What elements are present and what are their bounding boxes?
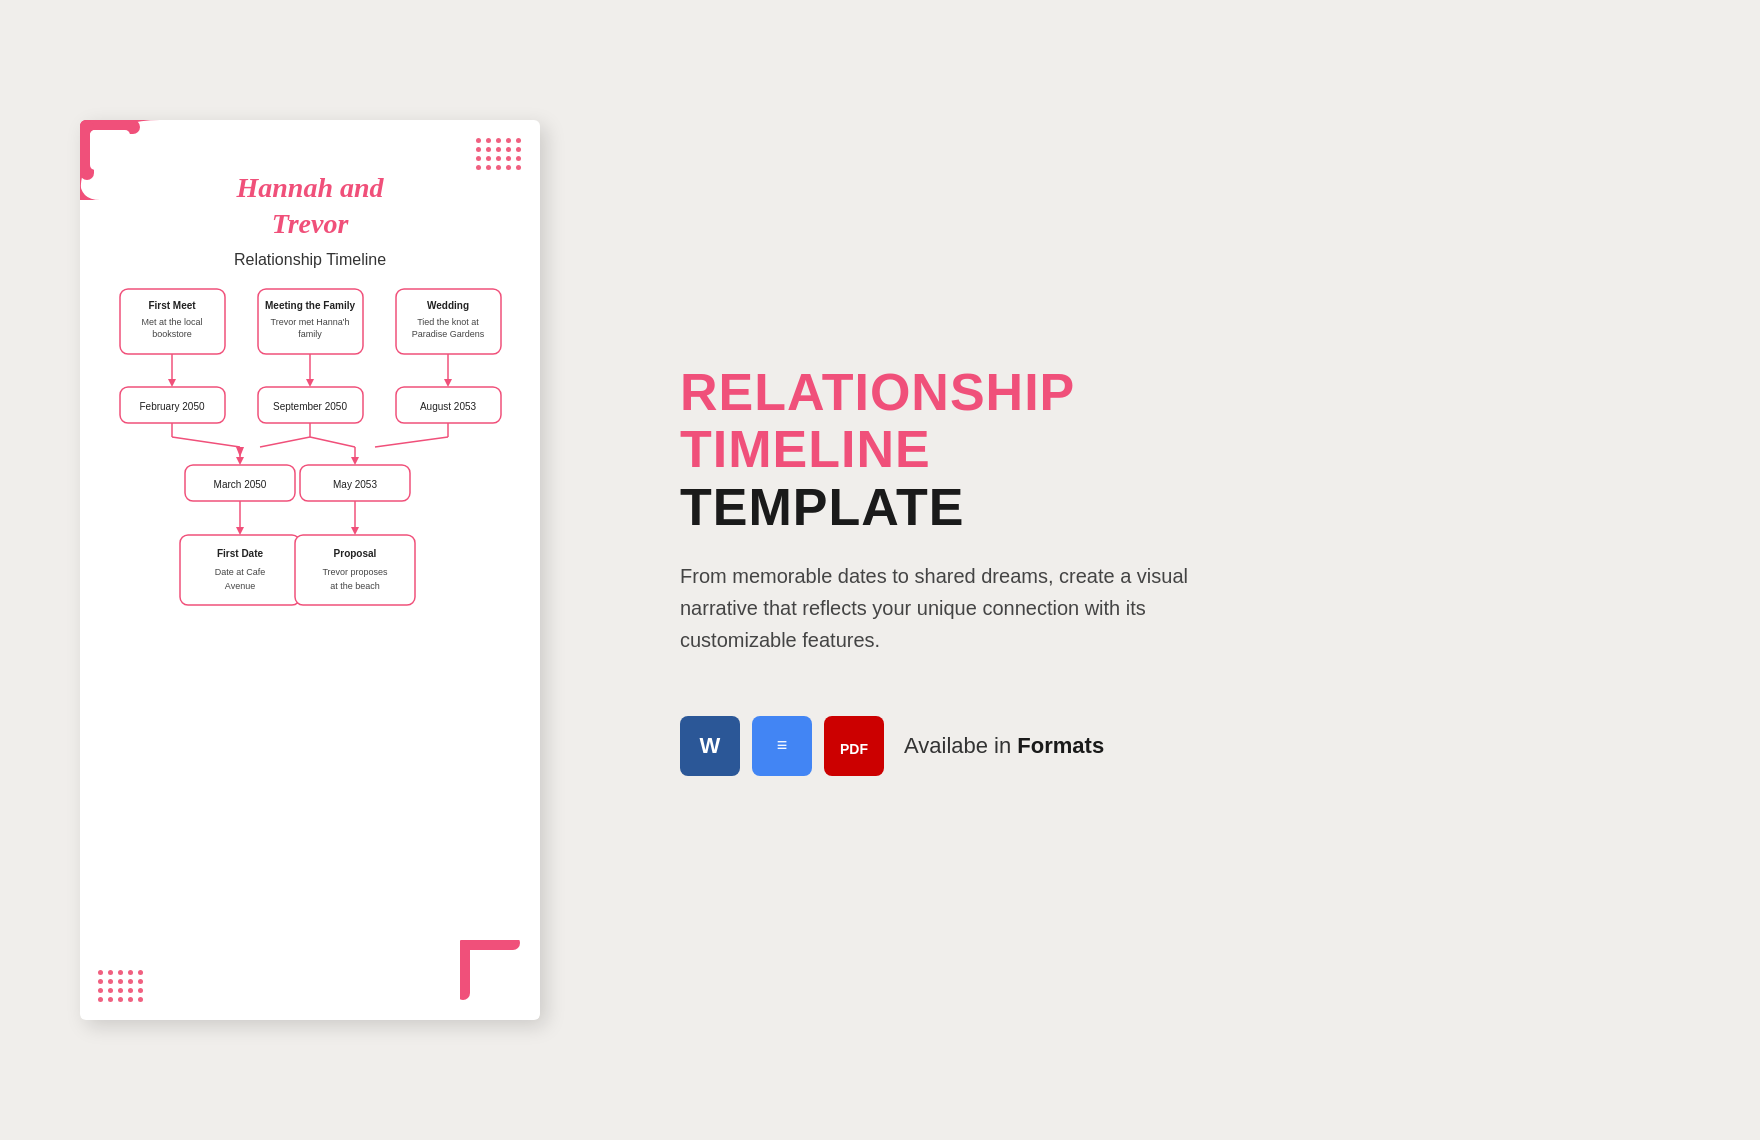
svg-text:Met at the local: Met at the local	[141, 317, 202, 327]
svg-text:Paradise Gardens: Paradise Gardens	[412, 329, 485, 339]
svg-text:Trevor met Hanna'h: Trevor met Hanna'h	[271, 317, 350, 327]
svg-line-40	[375, 437, 448, 447]
svg-text:March 2050: March 2050	[214, 479, 267, 490]
corner-tl-decoration	[80, 120, 160, 200]
right-title-pink: RELATIONSHIP TIMELINE	[680, 364, 1720, 478]
svg-text:at the beach: at the beach	[330, 581, 380, 591]
svg-marker-42	[236, 457, 244, 465]
formats-row: W ≡ PDF Availabe in Formats	[680, 716, 1720, 776]
format-word-icon: W	[680, 716, 740, 776]
svg-line-33	[172, 437, 240, 447]
svg-text:bookstore: bookstore	[152, 329, 192, 339]
right-panel: RELATIONSHIP TIMELINE TEMPLATE From memo…	[620, 0, 1760, 1140]
svg-line-38	[310, 437, 355, 447]
timeline-diagram: First Meet Met at the local bookstore Me…	[100, 279, 520, 1000]
svg-line-36	[260, 437, 310, 447]
svg-marker-52	[351, 527, 359, 535]
svg-text:Avenue: Avenue	[225, 581, 255, 591]
svg-text:Tied the knot at: Tied the knot at	[417, 317, 479, 327]
svg-marker-25	[444, 379, 452, 387]
right-description: From memorable dates to shared dreams, c…	[680, 560, 1240, 656]
timeline-svg: First Meet Met at the local bookstore Me…	[110, 279, 510, 859]
pdf-logo-svg: PDF	[836, 728, 872, 764]
dots-tr-decoration	[476, 138, 522, 170]
svg-text:family: family	[298, 329, 322, 339]
svg-text:Wedding: Wedding	[427, 300, 469, 311]
svg-marker-50	[236, 527, 244, 535]
svg-text:Meeting the Family: Meeting the Family	[265, 300, 355, 311]
card: Hannah and Trevor Relationship Timeline …	[80, 120, 540, 1020]
svg-text:Date at Cafe: Date at Cafe	[215, 567, 266, 577]
svg-text:First Date: First Date	[217, 548, 264, 559]
svg-text:PDF: PDF	[840, 741, 868, 757]
format-pdf-icon: PDF	[824, 716, 884, 776]
card-subtitle: Relationship Timeline	[234, 251, 386, 269]
left-panel: Hannah and Trevor Relationship Timeline …	[0, 0, 620, 1140]
svg-marker-23	[306, 379, 314, 387]
svg-rect-3	[90, 130, 100, 170]
svg-text:August 2053: August 2053	[420, 401, 477, 412]
svg-marker-44	[351, 457, 359, 465]
svg-text:First Meet: First Meet	[148, 300, 196, 311]
card-title: Hannah and Trevor	[236, 170, 383, 243]
format-label: Availabe in Formats	[904, 733, 1104, 759]
svg-text:Trevor proposes: Trevor proposes	[322, 567, 388, 577]
svg-text:Proposal: Proposal	[334, 548, 377, 559]
right-title-black: TEMPLATE	[680, 479, 1720, 536]
svg-text:February 2050: February 2050	[139, 401, 204, 412]
svg-text:September 2050: September 2050	[273, 401, 347, 412]
svg-marker-21	[168, 379, 176, 387]
svg-text:May 2053: May 2053	[333, 479, 377, 490]
format-docs-icon: ≡	[752, 716, 812, 776]
